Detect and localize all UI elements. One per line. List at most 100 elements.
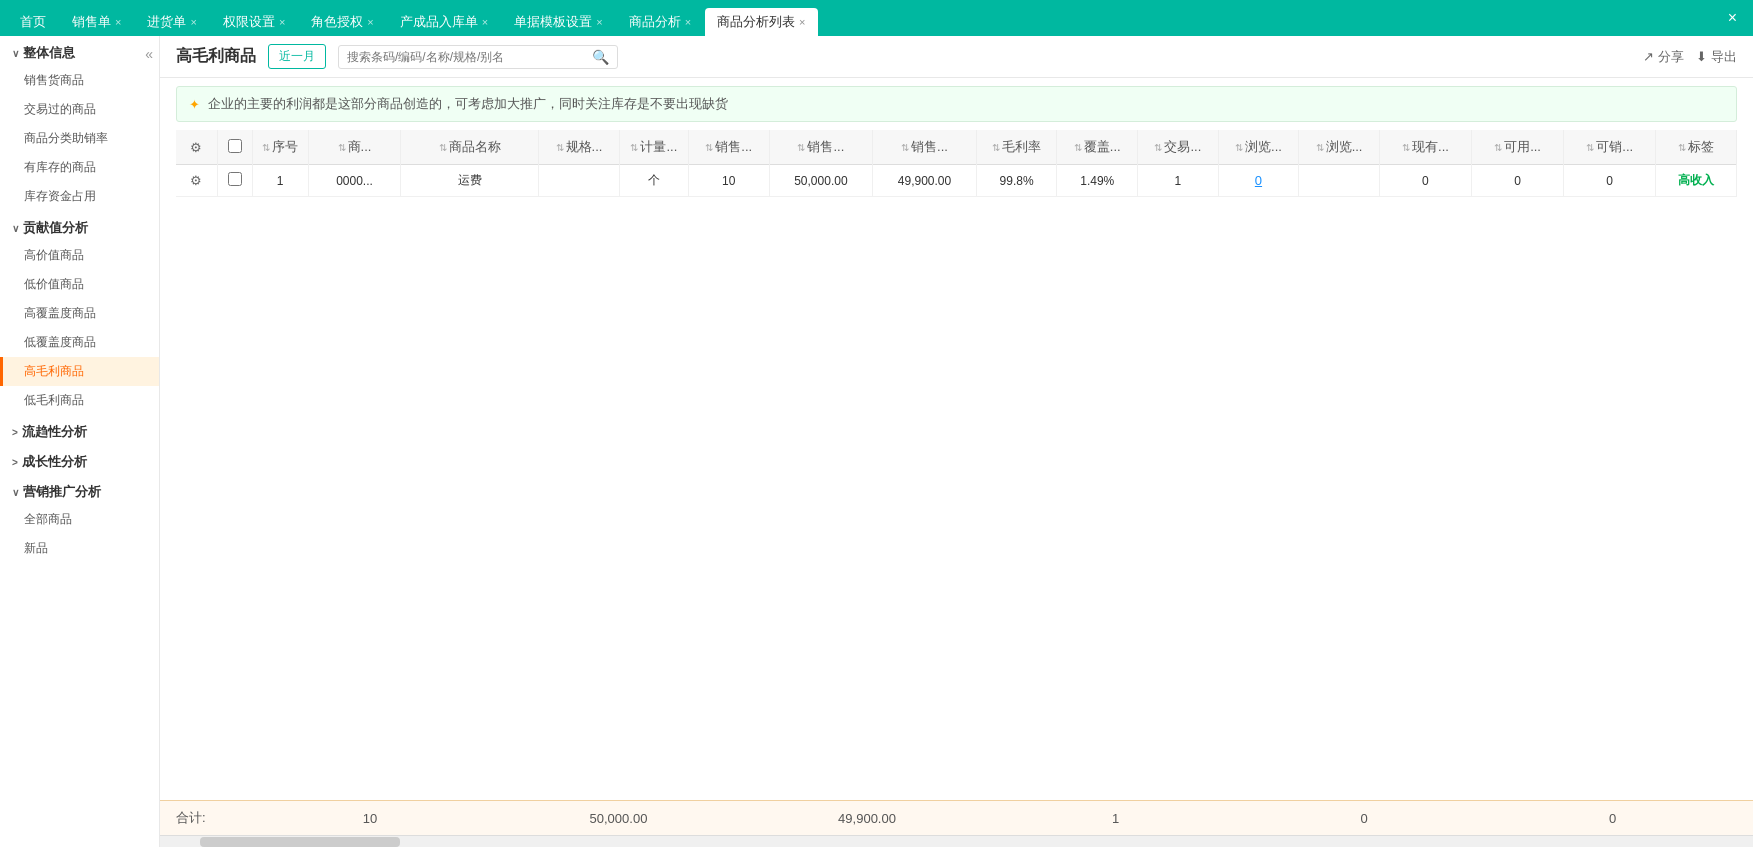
nav-tab-产成品入库单[interactable]: 产成品入库单× <box>388 8 500 36</box>
nav-tab-权限设置[interactable]: 权限设置× <box>211 8 297 36</box>
share-button[interactable]: ↗ 分享 <box>1643 48 1684 66</box>
expand-icon: ∨ <box>12 223 19 234</box>
sort-icon[interactable]: ⇅ <box>1316 142 1324 153</box>
sort-icon[interactable]: ⇅ <box>338 142 346 153</box>
column-header-gear[interactable]: ⚙ <box>176 130 217 165</box>
footer-cell-sale_amount: 50,000.00 <box>578 811 658 826</box>
sort-icon[interactable]: ⇅ <box>1678 142 1686 153</box>
column-label: 计量... <box>640 138 677 156</box>
close-tab-icon[interactable]: × <box>367 16 373 28</box>
column-header-view2[interactable]: ⇅浏览... <box>1299 130 1380 165</box>
sort-icon[interactable]: ⇅ <box>262 142 270 153</box>
column-label: 销售... <box>807 138 844 156</box>
horizontal-scrollbar[interactable] <box>160 835 1753 847</box>
sort-icon[interactable]: ⇅ <box>1494 142 1502 153</box>
column-header-tag[interactable]: ⇅标签 <box>1656 130 1737 165</box>
column-header-trade[interactable]: ⇅交易... <box>1138 130 1219 165</box>
sidebar-item-低价值商品[interactable]: 低价值商品 <box>0 270 159 299</box>
column-header-checkbox[interactable] <box>217 130 252 165</box>
sidebar-group-营销推广分析[interactable]: ∨营销推广分析 <box>0 475 159 505</box>
cell-saleable: 0 <box>1564 165 1656 197</box>
nav-tab-首页[interactable]: 首页 <box>8 8 58 36</box>
sort-icon[interactable]: ⇅ <box>705 142 713 153</box>
column-header-sale_amount[interactable]: ⇅销售... <box>769 130 873 165</box>
column-header-unit[interactable]: ⇅计量... <box>619 130 688 165</box>
row-checkbox[interactable] <box>228 172 242 186</box>
sidebar-item-销售货商品[interactable]: 销售货商品 <box>0 66 159 95</box>
sidebar-collapse-button[interactable]: « <box>139 44 159 64</box>
sidebar-item-低毛利商品[interactable]: 低毛利商品 <box>0 386 159 415</box>
column-header-view1[interactable]: ⇅浏览... <box>1218 130 1299 165</box>
sort-icon[interactable]: ⇅ <box>1235 142 1243 153</box>
search-input[interactable] <box>347 50 586 64</box>
column-label: 序号 <box>272 138 298 156</box>
sort-icon[interactable]: ⇅ <box>556 142 564 153</box>
close-tab-icon[interactable]: × <box>279 16 285 28</box>
sort-icon[interactable]: ⇅ <box>439 142 447 153</box>
sidebar-item-库存资金占用[interactable]: 库存资金占用 <box>0 182 159 211</box>
column-header-index[interactable]: ⇅序号 <box>252 130 308 165</box>
sort-icon[interactable]: ⇅ <box>1586 142 1594 153</box>
column-header-current_stock[interactable]: ⇅现有... <box>1379 130 1471 165</box>
view-link[interactable]: 0 <box>1255 173 1262 188</box>
sidebar-group-成长性分析[interactable]: >成长性分析 <box>0 445 159 475</box>
column-label: 覆盖... <box>1084 138 1121 156</box>
nav-tab-商品分析[interactable]: 商品分析× <box>617 8 703 36</box>
sidebar-item-高覆盖度商品[interactable]: 高覆盖度商品 <box>0 299 159 328</box>
column-header-sale_profit[interactable]: ⇅销售... <box>873 130 977 165</box>
scroll-thumb[interactable] <box>200 837 400 847</box>
nav-tab-商品分析列表[interactable]: 商品分析列表× <box>705 8 817 36</box>
sort-icon[interactable]: ⇅ <box>1402 142 1410 153</box>
sidebar-group-贡献值分析[interactable]: ∨贡献值分析 <box>0 211 159 241</box>
sidebar-item-高价值商品[interactable]: 高价值商品 <box>0 241 159 270</box>
sort-icon[interactable]: ⇅ <box>630 142 638 153</box>
close-tab-icon[interactable]: × <box>685 16 691 28</box>
column-header-saleable[interactable]: ⇅可销... <box>1564 130 1656 165</box>
sidebar-item-商品分类助销率[interactable]: 商品分类助销率 <box>0 124 159 153</box>
close-tab-icon[interactable]: × <box>596 16 602 28</box>
select-all-checkbox[interactable] <box>228 139 242 153</box>
close-all-button[interactable]: × <box>1720 9 1745 27</box>
column-header-name[interactable]: ⇅商品名称 <box>401 130 539 165</box>
cell-code: 0000... <box>308 165 400 197</box>
sidebar-item-高毛利商品[interactable]: 高毛利商品 <box>0 357 159 386</box>
nav-tab-角色授权[interactable]: 角色授权× <box>299 8 385 36</box>
column-label: 销售... <box>911 138 948 156</box>
close-tab-icon[interactable]: × <box>482 16 488 28</box>
close-tab-icon[interactable]: × <box>799 16 805 28</box>
nav-tab-销售单[interactable]: 销售单× <box>60 8 133 36</box>
column-header-available[interactable]: ⇅可用... <box>1472 130 1564 165</box>
row-settings-icon[interactable]: ⚙ <box>190 173 202 188</box>
period-button[interactable]: 近一月 <box>268 44 326 69</box>
nav-tab-单据模板设置[interactable]: 单据模板设置× <box>502 8 614 36</box>
column-label: 标签 <box>1688 138 1714 156</box>
column-header-spec[interactable]: ⇅规格... <box>539 130 620 165</box>
close-tab-icon[interactable]: × <box>115 16 121 28</box>
column-header-margin[interactable]: ⇅毛利率 <box>976 130 1057 165</box>
close-tab-icon[interactable]: × <box>190 16 196 28</box>
sidebar-item-新品[interactable]: 新品 <box>0 534 159 563</box>
sidebar-group-整体信息[interactable]: ∨整体信息 <box>0 36 159 66</box>
sidebar: « ∨整体信息销售货商品交易过的商品商品分类助销率有库存的商品库存资金占用∨贡献… <box>0 36 160 847</box>
sidebar-item-全部商品[interactable]: 全部商品 <box>0 505 159 534</box>
sidebar-group-流趋性分析[interactable]: >流趋性分析 <box>0 415 159 445</box>
column-header-sale_qty[interactable]: ⇅销售... <box>688 130 769 165</box>
column-header-coverage[interactable]: ⇅覆盖... <box>1057 130 1138 165</box>
column-label: 现有... <box>1412 138 1449 156</box>
sort-icon[interactable]: ⇅ <box>901 142 909 153</box>
footer-label: 合计: <box>176 809 206 827</box>
export-button[interactable]: ⬇ 导出 <box>1696 48 1737 66</box>
sort-icon[interactable]: ⇅ <box>1154 142 1162 153</box>
sidebar-item-低覆盖度商品[interactable]: 低覆盖度商品 <box>0 328 159 357</box>
sidebar-item-交易过的商品[interactable]: 交易过的商品 <box>0 95 159 124</box>
sidebar-item-有库存的商品[interactable]: 有库存的商品 <box>0 153 159 182</box>
data-table-container: ⚙⇅序号⇅商...⇅商品名称⇅规格...⇅计量...⇅销售...⇅销售...⇅销… <box>176 130 1737 800</box>
sort-icon[interactable]: ⇅ <box>797 142 805 153</box>
sort-icon[interactable]: ⇅ <box>1074 142 1082 153</box>
nav-tab-进货单[interactable]: 进货单× <box>135 8 208 36</box>
search-icon[interactable]: 🔍 <box>592 49 609 65</box>
column-header-code[interactable]: ⇅商... <box>308 130 400 165</box>
settings-icon[interactable]: ⚙ <box>190 140 202 155</box>
sort-icon[interactable]: ⇅ <box>992 142 1000 153</box>
content-area: 高毛利商品 近一月 🔍 ↗ 分享 ⬇ 导出 <box>160 36 1753 847</box>
